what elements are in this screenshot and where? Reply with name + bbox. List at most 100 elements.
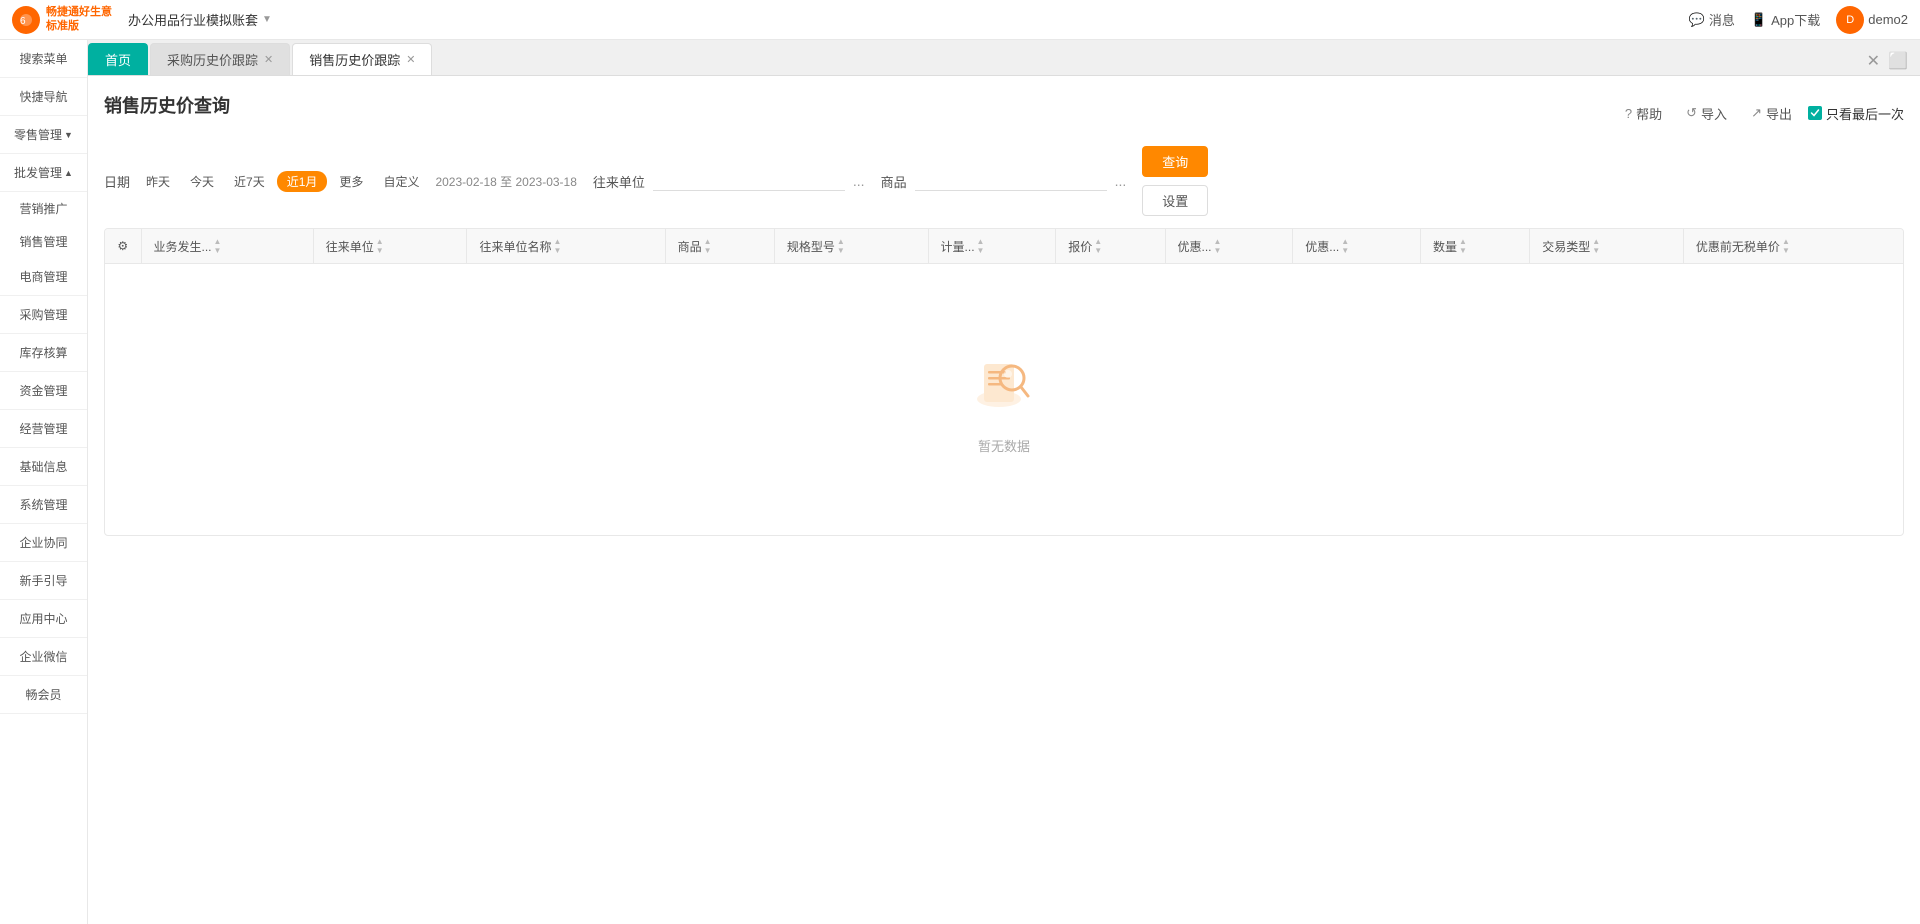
goods-filter-group: 商品 ... — [881, 171, 1127, 191]
filter-bar: 日期 昨天 今天 近7天 近1月 更多 自定义 2023-02-18 至 202… — [104, 146, 1904, 216]
app-selector[interactable]: 办公用品行业模拟账套 ▼ — [120, 6, 280, 33]
partner-dots[interactable]: ... — [853, 173, 865, 189]
col-settings[interactable]: ⚙ — [105, 229, 141, 264]
col-quote[interactable]: 报价 ▲▼ — [1056, 229, 1165, 264]
sidebar-item-quick-nav[interactable]: 快捷导航 — [0, 78, 87, 116]
logo-area: 6 畅捷通好生意 标准版 — [12, 6, 112, 34]
table-header-row: ⚙ 业务发生... ▲▼ 往来单位 — [105, 229, 1903, 264]
col-goods[interactable]: 商品 ▲▼ — [665, 229, 774, 264]
sidebar-item-marketing[interactable]: 营销推广 — [0, 192, 87, 225]
date-filter-group: 日期 昨天 今天 近7天 近1月 更多 自定义 2023-02-18 至 202… — [104, 171, 577, 192]
col-unit[interactable]: 计量... ▲▼ — [928, 229, 1056, 264]
data-table: ⚙ 业务发生... ▲▼ 往来单位 — [105, 229, 1903, 535]
col-spec[interactable]: 规格型号 ▲▼ — [774, 229, 928, 264]
sidebar-item-inventory[interactable]: 库存核算 — [0, 334, 87, 372]
chevron-up-icon: ▲ — [64, 168, 73, 178]
date-btn-today[interactable]: 今天 — [182, 171, 222, 192]
checkbox-icon — [1808, 106, 1822, 120]
table-body: 暂无数据 — [105, 264, 1903, 536]
date-btn-7days[interactable]: 近7天 — [226, 171, 273, 192]
sidebar-item-basic-info[interactable]: 基础信息 — [0, 448, 87, 486]
date-options: 昨天 今天 近7天 近1月 更多 自定义 — [138, 171, 427, 192]
tab-purchase-close[interactable]: ✕ — [264, 53, 273, 66]
partner-label: 往来单位 — [593, 172, 645, 191]
empty-icon — [964, 344, 1044, 424]
date-btn-more[interactable]: 更多 — [331, 171, 371, 192]
sidebar-item-ecommerce[interactable]: 电商管理 — [0, 258, 87, 296]
sidebar-item-wholesale[interactable]: 批发管理 ▲ — [0, 154, 87, 192]
sidebar-item-system[interactable]: 系统管理 — [0, 486, 87, 524]
col-discount2[interactable]: 优惠... ▲▼ — [1293, 229, 1421, 264]
maximize-action[interactable]: ⬜ — [1888, 51, 1908, 71]
message-button[interactable]: 💬 消息 — [1689, 10, 1735, 29]
download-icon: 📱 — [1751, 12, 1767, 28]
close-tab-action[interactable]: ✕ — [1867, 51, 1880, 71]
empty-text: 暂无数据 — [978, 436, 1030, 455]
content-area: 首页 采购历史价跟踪 ✕ 销售历史价跟踪 ✕ ✕ ⬜ 销售历史价查询 ? — [88, 40, 1920, 924]
logo-text: 畅捷通好生意 标准版 — [46, 6, 112, 32]
logo-icon: 6 — [12, 6, 40, 34]
topbar: 6 畅捷通好生意 标准版 办公用品行业模拟账套 ▼ 💬 消息 📱 App下载 D… — [0, 0, 1920, 40]
col-pretax-price[interactable]: 优惠前无税单价 ▲▼ — [1683, 229, 1903, 264]
table-container: ⚙ 业务发生... ▲▼ 往来单位 — [104, 228, 1904, 536]
app-download-button[interactable]: 📱 App下载 — [1751, 10, 1820, 29]
import-button[interactable]: ↺ 导入 — [1678, 100, 1735, 127]
topbar-left: 6 畅捷通好生意 标准版 办公用品行业模拟账套 ▼ — [12, 6, 280, 34]
col-partner-code[interactable]: 往来单位 ▲▼ — [313, 229, 467, 264]
tab-bar-actions: ✕ ⬜ — [1867, 51, 1920, 75]
page-title: 销售历史价查询 — [104, 92, 230, 118]
message-icon: 💬 — [1689, 12, 1705, 28]
help-button[interactable]: ? 帮助 — [1617, 100, 1670, 127]
col-biz-date[interactable]: 业务发生... ▲▼ — [141, 229, 313, 264]
settings-button[interactable]: 设置 — [1142, 185, 1208, 216]
settings-icon[interactable]: ⚙ — [117, 239, 128, 253]
sidebar-item-purchase[interactable]: 采购管理 — [0, 296, 87, 334]
sidebar-item-member[interactable]: 畅会员 — [0, 676, 87, 714]
import-icon: ↺ — [1686, 105, 1697, 121]
tab-home[interactable]: 首页 — [88, 43, 148, 75]
chevron-down-icon: ▼ — [64, 130, 73, 140]
date-range-display: 2023-02-18 至 2023-03-18 — [435, 175, 576, 189]
svg-text:6: 6 — [20, 16, 26, 27]
tab-sales[interactable]: 销售历史价跟踪 ✕ — [292, 43, 432, 75]
col-partner-name[interactable]: 往来单位名称 ▲▼ — [467, 229, 665, 264]
date-btn-custom[interactable]: 自定义 — [375, 171, 427, 192]
toolbar-right: ? 帮助 ↺ 导入 ↗ 导出 只看最后一次 — [1617, 100, 1904, 127]
chevron-down-icon: ▼ — [262, 14, 272, 25]
empty-state: 暂无数据 — [105, 264, 1903, 535]
empty-row: 暂无数据 — [105, 264, 1903, 536]
sidebar-item-search-menu[interactable]: 搜索菜单 — [0, 40, 87, 78]
sidebar-item-app-center[interactable]: 应用中心 — [0, 600, 87, 638]
sidebar-item-operations[interactable]: 经营管理 — [0, 410, 87, 448]
date-label: 日期 — [104, 172, 130, 191]
sidebar-item-finance[interactable]: 资金管理 — [0, 372, 87, 410]
query-button[interactable]: 查询 — [1142, 146, 1208, 177]
export-button[interactable]: ↗ 导出 — [1743, 100, 1800, 127]
sidebar: 搜索菜单 快捷导航 零售管理 ▼ 批发管理 ▲ 营销推广 销售管理 电商管理 采 — [0, 40, 88, 924]
sidebar-item-guide[interactable]: 新手引导 — [0, 562, 87, 600]
page-content: 销售历史价查询 ? 帮助 ↺ 导入 ↗ 导出 — [88, 76, 1920, 924]
export-icon: ↗ — [1751, 105, 1762, 121]
tab-purchase[interactable]: 采购历史价跟踪 ✕ — [150, 43, 290, 75]
only-last-checkbox-label[interactable]: 只看最后一次 — [1808, 104, 1904, 123]
help-icon: ? — [1625, 106, 1632, 121]
sidebar-item-sales-mgmt[interactable]: 销售管理 — [0, 225, 87, 258]
col-qty[interactable]: 数量 ▲▼ — [1421, 229, 1530, 264]
date-btn-yesterday[interactable]: 昨天 — [138, 171, 178, 192]
main-layout: 搜索菜单 快捷导航 零售管理 ▼ 批发管理 ▲ 营销推广 销售管理 电商管理 采 — [0, 40, 1920, 924]
col-trade-type[interactable]: 交易类型 ▲▼ — [1530, 229, 1684, 264]
topbar-right: 💬 消息 📱 App下载 D demo2 — [1689, 6, 1908, 34]
partner-filter-group: 往来单位 ... — [593, 171, 865, 191]
tab-bar: 首页 采购历史价跟踪 ✕ 销售历史价跟踪 ✕ ✕ ⬜ — [88, 40, 1920, 76]
goods-label: 商品 — [881, 172, 907, 191]
partner-input[interactable] — [653, 171, 845, 191]
user-menu[interactable]: D demo2 — [1836, 6, 1908, 34]
col-discount1[interactable]: 优惠... ▲▼ — [1165, 229, 1293, 264]
goods-dots[interactable]: ... — [1115, 173, 1127, 189]
sidebar-item-enterprise[interactable]: 企业协同 — [0, 524, 87, 562]
date-btn-1month[interactable]: 近1月 — [277, 171, 328, 192]
goods-input[interactable] — [915, 171, 1107, 191]
sidebar-item-wechat[interactable]: 企业微信 — [0, 638, 87, 676]
sidebar-item-retail[interactable]: 零售管理 ▼ — [0, 116, 87, 154]
tab-sales-close[interactable]: ✕ — [406, 53, 415, 66]
